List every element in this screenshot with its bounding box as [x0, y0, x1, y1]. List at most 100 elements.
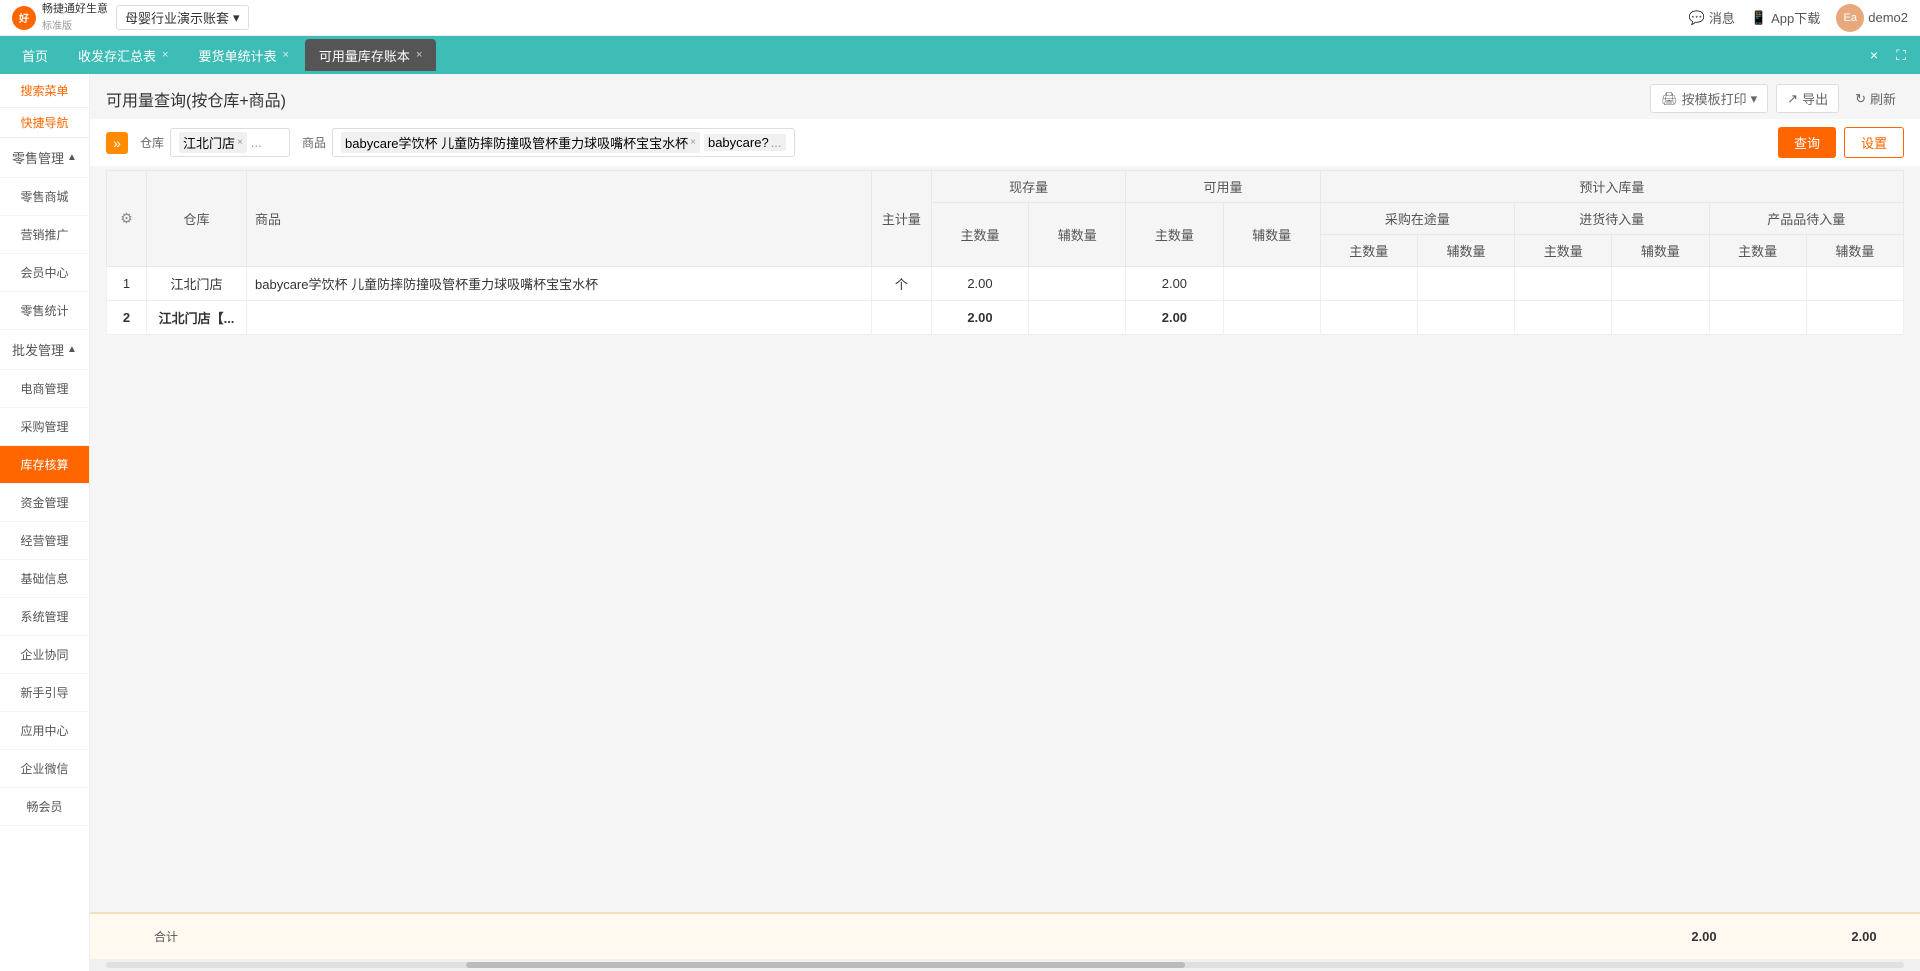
sidebar-item-finance[interactable]: 资金管理 — [0, 484, 89, 522]
cell-avail-aux — [1223, 267, 1320, 301]
th-unit: 主计量 — [871, 171, 931, 267]
subtotal-inbound-main — [1515, 301, 1612, 335]
th-current-stock: 现存量 — [931, 171, 1125, 203]
print-btn[interactable]: 🖨 按模板打印 ▾ — [1650, 84, 1768, 113]
refresh-btn[interactable]: ↻ 刷新 — [1847, 85, 1904, 112]
industry-label: 母婴行业演示账套 — [125, 8, 229, 27]
table-container[interactable]: ⚙ 仓库 商品 主计量 现存量 可用量 预计入库量 主数量 辅数量 主数量 辅数… — [90, 170, 1920, 912]
filter-warehouse-input[interactable]: 江北门店 × ... — [170, 128, 290, 157]
th-inbound-pending: 进货待入量 — [1515, 203, 1709, 235]
scroll-bar[interactable] — [90, 959, 1920, 971]
query-btn[interactable]: 查询 — [1778, 127, 1836, 158]
filter-product-value2: babycare? — [708, 135, 769, 150]
th-product-main: 主数量 — [1709, 235, 1806, 267]
sidebar-item-marketing[interactable]: 营销推广 — [0, 216, 89, 254]
export-btn[interactable]: ↗ 导出 — [1776, 84, 1839, 113]
tab-home[interactable]: 首页 — [8, 40, 62, 71]
sidebar-item-wholesale-label: 批发管理 — [12, 340, 64, 359]
sidebar-item-ecommerce[interactable]: 电商管理 — [0, 370, 89, 408]
tab-order-stats-close[interactable]: × — [282, 49, 288, 61]
th-product: 商品 — [247, 171, 872, 267]
filter-warehouse-remove[interactable]: × — [237, 137, 243, 148]
page-title: 可用量查询(按仓库+商品) — [106, 87, 286, 111]
message-btn[interactable]: 💬 消息 — [1689, 8, 1735, 27]
sidebar-item-member-center[interactable]: 会员中心 — [0, 254, 89, 292]
sidebar-item-purchase[interactable]: 采购管理 — [0, 408, 89, 446]
cell-warehouse: 江北门店 — [147, 267, 247, 301]
nav-right-icons: × ⛶ — [1864, 45, 1912, 66]
setting-btn[interactable]: 设置 — [1844, 127, 1904, 158]
filter-warehouse-label: 仓库 — [140, 134, 164, 151]
close-all-btn[interactable]: × — [1864, 45, 1884, 66]
filter-action-area: 查询 设置 — [1778, 127, 1904, 158]
dropdown-icon: ▾ — [233, 10, 240, 26]
tab-available-stock-label: 可用量库存账本 — [319, 46, 410, 65]
sidebar-item-member[interactable]: 畅会员 — [0, 788, 89, 826]
print-label: 按模板打印 — [1682, 89, 1747, 108]
logo-area: 好 畅捷通好生意 标准版 — [12, 3, 108, 31]
total-stock-main: 2.00 — [1664, 929, 1744, 944]
sidebar-item-wechat[interactable]: 企业微信 — [0, 750, 89, 788]
content-area: 可用量查询(按仓库+商品) 🖨 按模板打印 ▾ ↗ 导出 ↻ 刷新 — [90, 74, 1920, 971]
filter-toggle-btn[interactable]: » — [106, 132, 128, 154]
industry-selector[interactable]: 母婴行业演示账套 ▾ — [116, 5, 249, 30]
sidebar-item-inventory[interactable]: 库存核算 — [0, 446, 89, 484]
tab-receivables[interactable]: 收发存汇总表 × — [64, 39, 182, 71]
th-stock-main: 主数量 — [931, 203, 1028, 267]
cell-product-main — [1709, 267, 1806, 301]
th-avail-aux: 辅数量 — [1223, 203, 1320, 267]
filter-product-input[interactable]: babycare学饮杯 儿童防摔防撞吸管杯重力球吸嘴杯宝宝水杯 × babyca… — [332, 128, 795, 157]
subtotal-stock-aux — [1029, 301, 1126, 335]
table-row: 1 江北门店 babycare学饮杯 儿童防摔防撞吸管杯重力球吸嘴杯宝宝水杯 个… — [107, 267, 1904, 301]
sidebar-item-enterprise[interactable]: 企业协同 — [0, 636, 89, 674]
sidebar-item-retail-mall[interactable]: 零售商城 — [0, 178, 89, 216]
page-actions: 🖨 按模板打印 ▾ ↗ 导出 ↻ 刷新 — [1650, 84, 1904, 113]
sidebar-quick-nav[interactable]: 快捷导航 — [0, 108, 89, 138]
total-stock-aux — [1744, 929, 1824, 944]
sidebar-item-retail-management[interactable]: 零售管理 ▲ — [0, 138, 89, 178]
filter-bar: » 仓库 江北门店 × ... 商品 babycare — [90, 119, 1920, 166]
filter-product-remove1[interactable]: × — [690, 137, 696, 148]
th-available: 可用量 — [1126, 171, 1320, 203]
th-stock-aux: 辅数量 — [1029, 203, 1126, 267]
sidebar-item-app-center[interactable]: 应用中心 — [0, 712, 89, 750]
scroll-thumb[interactable] — [466, 962, 1185, 968]
cell-purchase-main — [1320, 267, 1417, 301]
sidebar-search[interactable]: 搜索菜单 — [0, 74, 89, 108]
sidebar-item-basic-info[interactable]: 基础信息 — [0, 560, 89, 598]
total-avail-main: 2.00 — [1824, 929, 1904, 944]
th-purchase-transit: 采购在途量 — [1320, 203, 1514, 235]
tab-available-stock[interactable]: 可用量库存账本 × — [305, 39, 436, 71]
sidebar-item-operations[interactable]: 经营管理 — [0, 522, 89, 560]
data-table: ⚙ 仓库 商品 主计量 现存量 可用量 预计入库量 主数量 辅数量 主数量 辅数… — [106, 170, 1904, 335]
sidebar-item-wholesale[interactable]: 批发管理 ▲ — [0, 330, 89, 370]
cell-product: babycare学饮杯 儿童防摔防撞吸管杯重力球吸嘴杯宝宝水杯 — [247, 267, 872, 301]
logo-icon: 好 — [12, 6, 36, 30]
sidebar-arrow-retail: ▲ — [67, 152, 77, 163]
th-settings[interactable]: ⚙ — [107, 171, 147, 267]
username: demo2 — [1868, 10, 1908, 25]
sidebar-item-guide[interactable]: 新手引导 — [0, 674, 89, 712]
app-icon: 📱 — [1751, 10, 1767, 26]
cell-stock-main: 2.00 — [931, 267, 1028, 301]
cell-inbound-main — [1515, 267, 1612, 301]
tab-order-stats[interactable]: 要货单统计表 × — [184, 39, 302, 71]
th-avail-main: 主数量 — [1126, 203, 1223, 267]
logo-sub: 标准版 — [42, 17, 108, 32]
tab-receivables-close[interactable]: × — [162, 49, 168, 61]
filter-product-dots[interactable]: ... — [771, 135, 782, 150]
sidebar-item-retail-stats[interactable]: 零售统计 — [0, 292, 89, 330]
print-dropdown-icon: ▾ — [1751, 91, 1758, 107]
user-menu[interactable]: Ea demo2 — [1836, 4, 1908, 32]
cell-index: 1 — [107, 267, 147, 301]
tab-available-stock-close[interactable]: × — [416, 49, 422, 61]
app-download-btn[interactable]: 📱 App下载 — [1751, 8, 1820, 27]
expand-btn[interactable]: ⛶ — [1890, 45, 1912, 66]
filter-warehouse-dots[interactable]: ... — [251, 135, 262, 150]
subtotal-warehouse: 江北门店【... — [147, 301, 247, 335]
filter-product-field: 商品 babycare学饮杯 儿童防摔防撞吸管杯重力球吸嘴杯宝宝水杯 × bab… — [302, 128, 795, 157]
sidebar-item-system[interactable]: 系统管理 — [0, 598, 89, 636]
refresh-label: 刷新 — [1870, 89, 1896, 108]
filter-product-tag1: babycare学饮杯 儿童防摔防撞吸管杯重力球吸嘴杯宝宝水杯 × — [341, 132, 700, 153]
subtotal-product-main — [1709, 301, 1806, 335]
